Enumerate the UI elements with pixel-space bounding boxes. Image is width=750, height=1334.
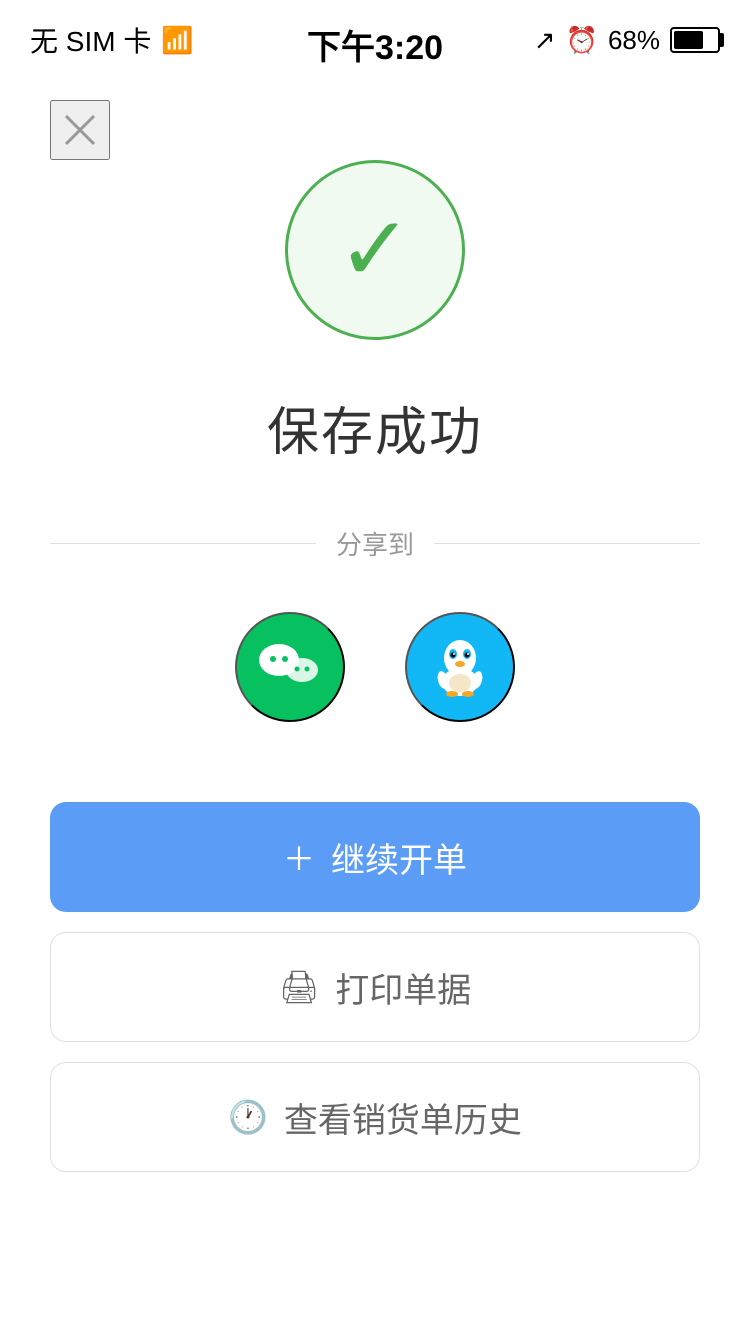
close-icon <box>62 112 98 148</box>
continue-label: 继续开单 <box>331 833 467 882</box>
history-button[interactable]: 🕐 查看销货单历史 <box>50 1062 700 1172</box>
share-divider: 分享到 <box>0 525 750 562</box>
print-button[interactable]: 🖨 打印单据 <box>50 932 700 1042</box>
print-icon: 🖨 <box>279 968 320 1006</box>
status-bar: 无 SIM 卡 📶 下午3:20 ↗ ⏰ 68% <box>0 0 750 80</box>
status-time: 下午3:20 <box>307 20 443 69</box>
print-label: 打印单据 <box>335 963 471 1012</box>
success-title: 保存成功 <box>267 390 483 465</box>
status-right: ↗ ⏰ 68% <box>534 25 720 56</box>
status-left: 无 SIM 卡 📶 <box>30 20 194 60</box>
clock-icon: 🕐 <box>228 1098 268 1136</box>
wechat-icon <box>255 632 325 702</box>
history-label: 查看销货单历史 <box>284 1093 522 1142</box>
checkmark-icon: ✓ <box>337 205 412 295</box>
battery-percent: 68% <box>608 25 660 56</box>
success-circle: ✓ <box>285 160 465 340</box>
main-content: ✓ 保存成功 分享到 <box>0 80 750 1172</box>
divider-right <box>434 543 700 544</box>
plus-icon: ＋ <box>283 834 315 880</box>
alarm-icon: ⏰ <box>566 25 598 56</box>
close-button[interactable] <box>50 100 110 160</box>
location-icon: ↗ <box>534 25 556 56</box>
wifi-icon: 📶 <box>161 25 193 56</box>
wechat-share-button[interactable] <box>235 612 345 722</box>
divider-left <box>50 543 316 544</box>
qq-icon <box>425 632 495 702</box>
no-sim-label: 无 SIM 卡 <box>30 20 151 60</box>
share-label: 分享到 <box>316 525 434 562</box>
share-icons <box>235 612 515 722</box>
action-buttons: ＋ 继续开单 🖨 打印单据 🕐 查看销货单历史 <box>0 802 750 1172</box>
battery-icon <box>670 27 720 53</box>
continue-button[interactable]: ＋ 继续开单 <box>50 802 700 912</box>
qq-share-button[interactable] <box>405 612 515 722</box>
